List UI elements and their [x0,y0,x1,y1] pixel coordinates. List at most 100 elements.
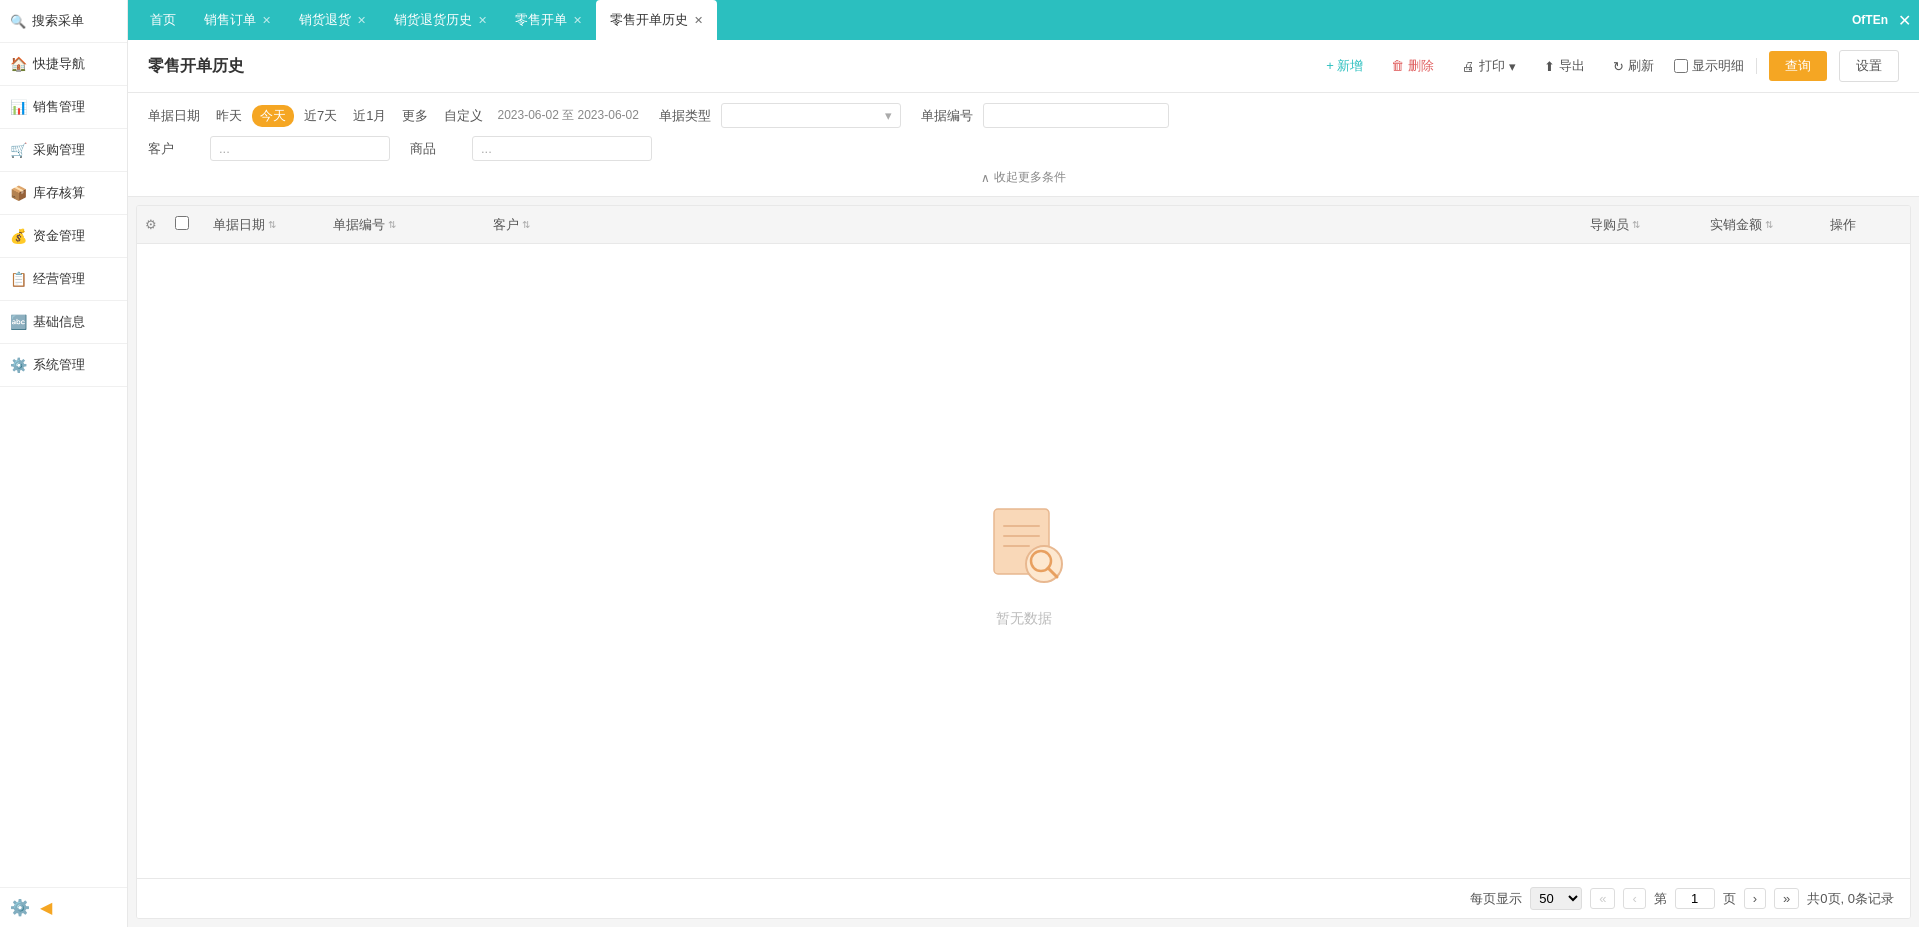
toolbar: + 新增 🗑 删除 🖨 打印 ▾ ⬆ 导出 ↻ 刷新 显示明细 [1318,50,1899,82]
home-icon: 🏠 [10,56,27,72]
empty-text: 暂无数据 [996,610,1052,628]
page-number-input[interactable] [1675,888,1715,909]
sidebar-item-label: 经营管理 [33,270,85,288]
brand-label: OfTEn [1852,13,1888,27]
col-amount[interactable]: 实销金额 ⇅ [1702,216,1822,234]
date-label: 单据日期 [148,107,204,125]
goods-select-value: ... [481,141,643,156]
sidebar-item-sales-mgmt[interactable]: 📊 销售管理 [0,86,127,129]
col-customer-label: 客户 [493,216,519,234]
sidebar: 🔍 搜索采单 🏠 快捷导航 📊 销售管理 🛒 采购管理 📦 库存核算 💰 资金管… [0,0,128,927]
tab-home[interactable]: 首页 [136,0,190,40]
cart-icon: 🛒 [10,142,27,158]
export-label: 导出 [1559,57,1585,75]
sidebar-item-label: 采购管理 [33,141,85,159]
tab-home-label: 首页 [150,11,176,29]
collapse-up-icon: ∧ [981,171,990,185]
col-date[interactable]: 单据日期 ⇅ [205,216,325,234]
date-opt-yesterday[interactable]: 昨天 [210,105,248,127]
page-last-btn[interactable]: » [1774,888,1799,909]
date-opt-7days[interactable]: 近7天 [298,105,343,127]
per-page-select[interactable]: 50 10 20 100 [1530,887,1582,910]
page-next-btn[interactable]: › [1744,888,1766,909]
col-guide-label: 导购员 [1590,216,1629,234]
add-button[interactable]: + 新增 [1318,53,1371,79]
tab-retail-history[interactable]: 零售开单历史 ✕ [596,0,717,40]
date-opt-custom[interactable]: 自定义 [438,105,489,127]
tab-retail-history-close[interactable]: ✕ [694,14,703,27]
customer-filter: 客户 ... [148,136,390,161]
date-filter: 单据日期 昨天 今天 近7天 近1月 更多 自定义 2023-06-02 至 2… [148,105,639,127]
tab-sales-return-history-close[interactable]: ✕ [478,14,487,27]
collapse-btn[interactable]: ∧ 收起更多条件 [148,169,1899,186]
goods-filter: 商品 ... [410,136,652,161]
number-input[interactable] [983,103,1169,128]
collapse-sidebar-icon[interactable]: ◀ [40,898,52,917]
date-opt-today[interactable]: 今天 [252,105,294,127]
sidebar-search-label: 搜索采单 [32,12,84,30]
sidebar-item-label: 销售管理 [33,98,85,116]
print-button[interactable]: 🖨 打印 ▾ [1454,53,1524,79]
page-first-btn[interactable]: « [1590,888,1615,909]
settings-bottom-icon[interactable]: ⚙️ [10,898,30,917]
nav-right: OfTEn ✕ [1852,11,1911,30]
tab-sales-return-history[interactable]: 销货退货历史 ✕ [380,0,501,40]
page-prev-btn[interactable]: ‹ [1623,888,1645,909]
nav-close-btn[interactable]: ✕ [1898,11,1911,30]
col-action: 操作 [1822,216,1902,234]
display-detail-check-input[interactable] [1674,59,1688,73]
tab-sales-order[interactable]: 销售订单 ✕ [190,0,285,40]
export-icon: ⬆ [1544,59,1555,74]
customer-select[interactable]: ... [210,136,390,161]
col-num[interactable]: 单据编号 ⇅ [325,216,485,234]
pagination: 每页显示 50 10 20 100 « ‹ 第 页 › » 共0页, 0条记录 [137,878,1910,918]
page-header: 零售开单历史 + 新增 🗑 删除 🖨 打印 ▾ ⬆ 导出 ↻ 刷新 [128,40,1919,93]
delete-button[interactable]: 🗑 删除 [1383,53,1442,79]
display-detail-checkbox[interactable]: 显示明细 [1674,57,1744,75]
check-all-input[interactable] [175,216,189,230]
tab-retail-open[interactable]: 零售开单 ✕ [501,0,596,40]
empty-state: 暂无数据 [137,244,1910,878]
col-amount-sort: ⇅ [1765,219,1773,230]
sidebar-item-inventory[interactable]: 📦 库存核算 [0,172,127,215]
type-select[interactable]: ▾ [721,103,901,128]
sidebar-search[interactable]: 🔍 搜索采单 [0,0,127,43]
tab-retail-open-close[interactable]: ✕ [573,14,582,27]
sidebar-item-finance[interactable]: 💰 资金管理 [0,215,127,258]
refresh-label: 刷新 [1628,57,1654,75]
display-detail-label: 显示明细 [1692,57,1744,75]
page-suffix: 页 [1723,890,1736,908]
page-label: 第 [1654,890,1667,908]
sidebar-item-quick-nav[interactable]: 🏠 快捷导航 [0,43,127,86]
col-guide[interactable]: 导购员 ⇅ [1582,216,1702,234]
date-opt-more[interactable]: 更多 [396,105,434,127]
query-button[interactable]: 查询 [1769,51,1827,81]
table-check-all[interactable] [175,216,205,233]
sidebar-item-system-mgmt[interactable]: ⚙️ 系统管理 [0,344,127,387]
refresh-button[interactable]: ↻ 刷新 [1605,53,1662,79]
col-customer[interactable]: 客户 ⇅ [485,216,1582,234]
sidebar-item-operations[interactable]: 📋 经营管理 [0,258,127,301]
sidebar-item-label: 系统管理 [33,356,85,374]
sidebar-item-label: 资金管理 [33,227,85,245]
table-settings-icon[interactable]: ⚙ [145,217,175,232]
date-opt-1month[interactable]: 近1月 [347,105,392,127]
per-page-label: 每页显示 [1470,890,1522,908]
tab-retail-history-label: 零售开单历史 [610,11,688,29]
export-button[interactable]: ⬆ 导出 [1536,53,1593,79]
col-action-label: 操作 [1830,216,1856,234]
tab-sales-return[interactable]: 销货退货 ✕ [285,0,380,40]
search-icon: 🔍 [10,14,26,29]
goods-select[interactable]: ... [472,136,652,161]
money-icon: 💰 [10,228,27,244]
sidebar-item-label: 基础信息 [33,313,85,331]
box-icon: 📦 [10,185,27,201]
settings-button[interactable]: 设置 [1839,50,1899,82]
col-num-sort: ⇅ [388,219,396,230]
sidebar-item-purchase-mgmt[interactable]: 🛒 采购管理 [0,129,127,172]
refresh-icon: ↻ [1613,59,1624,74]
sidebar-item-basic-info[interactable]: 🔤 基础信息 [0,301,127,344]
tab-sales-return-close[interactable]: ✕ [357,14,366,27]
tab-sales-order-close[interactable]: ✕ [262,14,271,27]
filter-row-1: 单据日期 昨天 今天 近7天 近1月 更多 自定义 2023-06-02 至 2… [148,103,1899,128]
